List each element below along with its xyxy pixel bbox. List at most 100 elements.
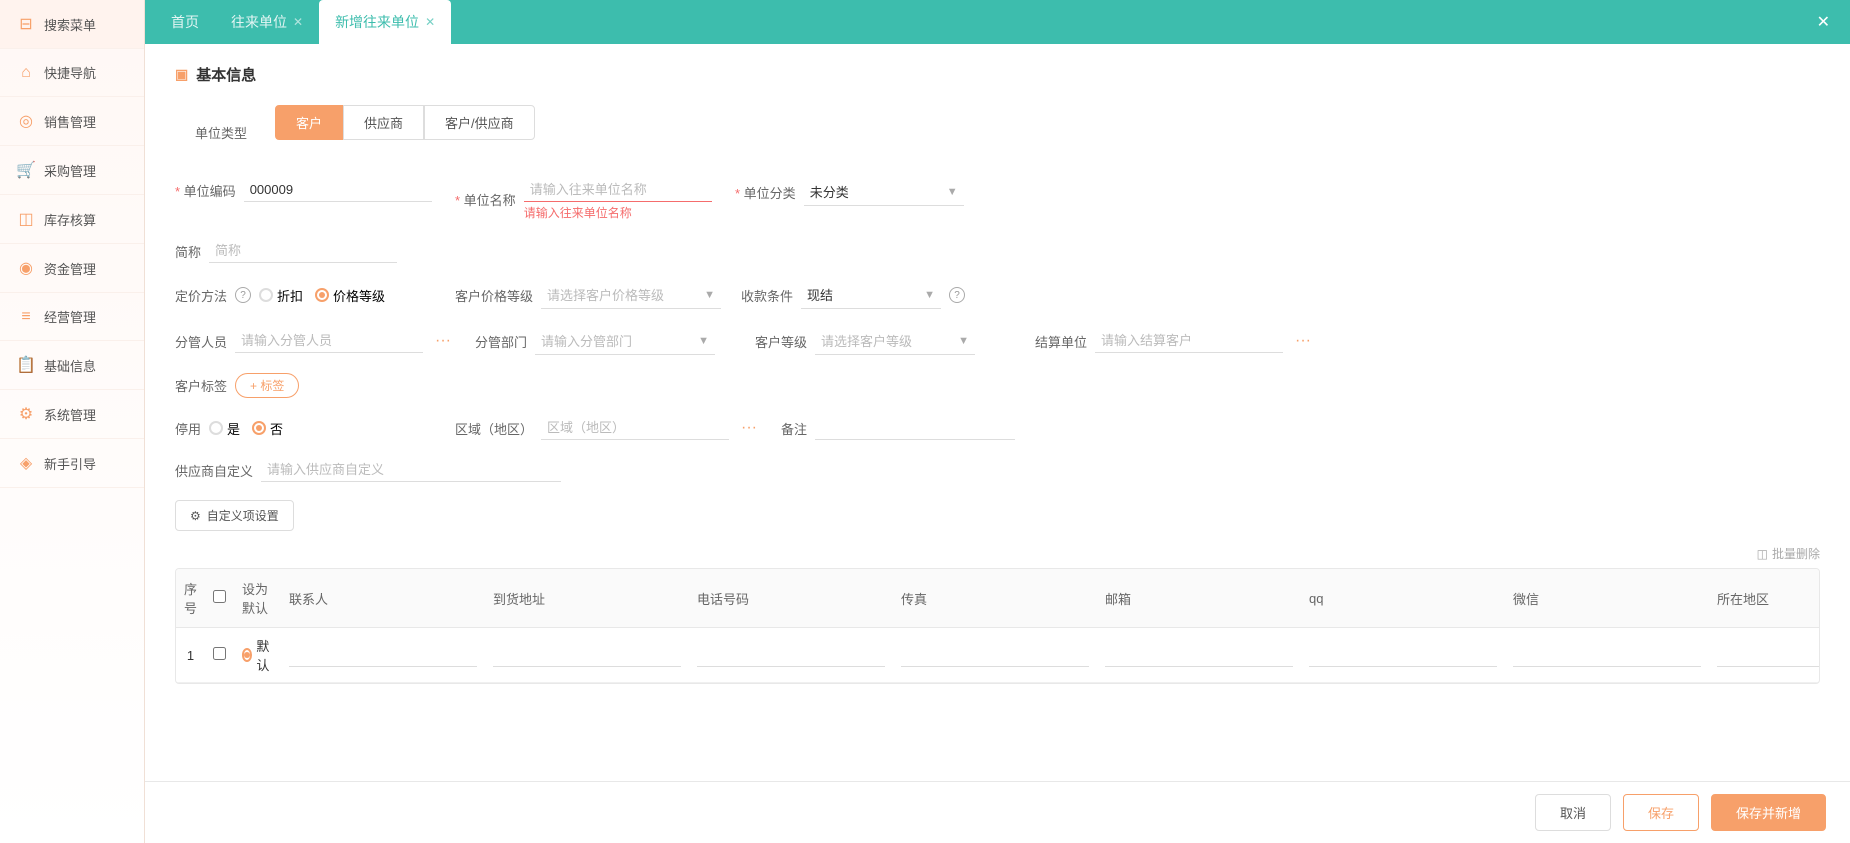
tab-home-label: 首页 (171, 12, 199, 32)
save-button[interactable]: 保存 (1623, 794, 1699, 831)
search-icon: ⊟ (16, 14, 36, 34)
radio-discount-circle (259, 288, 273, 302)
abbreviation-field: 简称 (175, 239, 435, 263)
section-icon: ▣ (175, 66, 188, 83)
row-phone-input[interactable] (697, 643, 885, 667)
select-all-checkbox[interactable] (213, 590, 226, 603)
customer-tag-label: 客户标签 (175, 376, 227, 395)
type-btn-both[interactable]: 客户/供应商 (424, 105, 535, 140)
unit-category-value: 未分类 (810, 182, 849, 201)
batch-delete-btn[interactable]: ◫ 批量删除 (1757, 545, 1820, 562)
sidebar-item-label: 经营管理 (44, 307, 96, 326)
customer-level-field: 客户等级 请选择客户等级 ▼ (755, 327, 1015, 355)
price-level-arrow: ▼ (704, 289, 715, 301)
supplier-custom-field: 供应商自定义 (175, 458, 561, 482)
disabled-field: 停用 是 否 (175, 419, 435, 438)
row-email-input[interactable] (1105, 643, 1293, 667)
radio-no[interactable]: 否 (252, 419, 283, 438)
row-fax-input[interactable] (901, 643, 1089, 667)
row-region (1709, 628, 1820, 683)
tab-counterparty[interactable]: 往来单位 ✕ (215, 0, 319, 44)
unit-name-wrapper: 请输入往来单位名称 (524, 178, 712, 221)
sidebar-item-label: 新手引导 (44, 454, 96, 473)
tab-counterparty-close[interactable]: ✕ (293, 15, 303, 29)
col-phone: 电话号码 (689, 569, 893, 628)
window-close-button[interactable]: ✕ (1807, 12, 1840, 32)
sidebar-item-basic[interactable]: 📋 基础信息 (0, 341, 144, 390)
unit-category-arrow: ▼ (947, 186, 958, 198)
radio-discount[interactable]: 折扣 (259, 286, 303, 305)
contact-table-element: 序号 设为默认 联系人 到货地址 电话号码 传真 邮箱 qq 微信 所在地区 (176, 569, 1820, 683)
department-select[interactable]: 请输入分管部门 ▼ (535, 327, 715, 355)
tab-bar: 首页 往来单位 ✕ 新增往来单位 ✕ ✕ (145, 0, 1850, 44)
row-region-input[interactable] (1717, 643, 1820, 667)
batch-delete-label: 批量删除 (1772, 545, 1820, 562)
remark-input[interactable] (815, 416, 1015, 440)
row-email (1097, 628, 1301, 683)
settlement-unit-ellipsis[interactable]: ··· (1291, 332, 1315, 350)
sidebar-item-quicknav[interactable]: ⌂ 快捷导航 (0, 49, 144, 97)
region-ellipsis[interactable]: ··· (737, 419, 761, 437)
sidebar-item-sales[interactable]: ◎ 销售管理 (0, 97, 144, 146)
save-and-new-button[interactable]: 保存并新增 (1711, 794, 1826, 831)
customer-price-level-select[interactable]: 请选择客户价格等级 ▼ (541, 281, 721, 309)
unit-code-input[interactable] (244, 178, 432, 202)
sidebar-item-search[interactable]: ⊟ 搜索菜单 (0, 0, 144, 49)
abbreviation-label: 简称 (175, 242, 201, 261)
supplier-custom-input[interactable] (261, 458, 561, 482)
abbreviation-input[interactable] (209, 239, 397, 263)
sidebar-item-newbie[interactable]: ◈ 新手引导 (0, 439, 144, 488)
row-pricing: 定价方法 ? 折扣 价格等级 客户价格等级 请选择客户价格等级 (175, 281, 1820, 309)
row-default-radio[interactable]: 默认 (242, 636, 273, 674)
pricing-method-label: 定价方法 (175, 286, 227, 305)
manager-input[interactable] (235, 329, 423, 353)
newbie-icon: ◈ (16, 453, 36, 473)
sidebar-item-finance[interactable]: ◉ 资金管理 (0, 244, 144, 293)
type-btn-customer[interactable]: 客户 (275, 105, 343, 140)
add-tag-label: + 标签 (250, 377, 284, 394)
row-qq-input[interactable] (1309, 643, 1497, 667)
sidebar-item-inventory[interactable]: ◫ 库存核算 (0, 195, 144, 244)
tab-home[interactable]: 首页 (155, 0, 215, 44)
payment-terms-question-icon[interactable]: ? (949, 287, 965, 303)
custom-settings-button[interactable]: ⚙ 自定义项设置 (175, 500, 294, 531)
sidebar-item-purchase[interactable]: 🛒 采购管理 (0, 146, 144, 195)
payment-terms-select[interactable]: 现结 ▼ (801, 281, 941, 309)
sidebar-item-operations[interactable]: ≡ 经营管理 (0, 293, 144, 341)
row-select-checkbox[interactable] (213, 647, 226, 660)
tab-new-counterparty[interactable]: 新增往来单位 ✕ (319, 0, 451, 44)
row-address-input[interactable] (493, 643, 681, 667)
sidebar-item-label: 资金管理 (44, 259, 96, 278)
cancel-button[interactable]: 取消 (1535, 794, 1611, 831)
unit-type-row: 单位类型 客户 供应商 客户/供应商 (195, 105, 1820, 160)
region-input[interactable] (541, 416, 729, 440)
finance-icon: ◉ (16, 258, 36, 278)
unit-name-field: 单位名称 请输入往来单位名称 (455, 178, 715, 221)
row-wechat (1505, 628, 1709, 683)
type-btn-supplier[interactable]: 供应商 (343, 105, 424, 140)
manager-ellipsis[interactable]: ··· (431, 332, 455, 350)
settlement-unit-input[interactable] (1095, 329, 1283, 353)
col-checkbox (205, 569, 234, 628)
tab-new-counterparty-close[interactable]: ✕ (425, 15, 435, 29)
operations-icon: ≡ (16, 308, 36, 326)
sidebar-item-system[interactable]: ⚙ 系统管理 (0, 390, 144, 439)
col-wechat: 微信 (1505, 569, 1709, 628)
unit-category-select[interactable]: 未分类 ▼ (804, 178, 964, 206)
unit-type-label: 单位类型 (195, 123, 247, 142)
disabled-label: 停用 (175, 419, 201, 438)
sidebar-item-label: 库存核算 (44, 210, 96, 229)
home-icon: ⌂ (16, 64, 36, 82)
region-label: 区域（地区） (455, 419, 533, 438)
row-contact-input[interactable] (289, 643, 477, 667)
radio-yes[interactable]: 是 (209, 419, 240, 438)
sidebar: ⊟ 搜索菜单 ⌂ 快捷导航 ◎ 销售管理 🛒 采购管理 ◫ 库存核算 ◉ 资金管… (0, 0, 145, 843)
add-tag-button[interactable]: + 标签 (235, 373, 299, 398)
customer-level-select[interactable]: 请选择客户等级 ▼ (815, 327, 975, 355)
unit-name-input[interactable] (524, 178, 712, 202)
settlement-unit-field: 结算单位 ··· (1035, 329, 1315, 353)
row-wechat-input[interactable] (1513, 643, 1701, 667)
manager-field: 分管人员 ··· (175, 329, 455, 353)
pricing-question-icon[interactable]: ? (235, 287, 251, 303)
radio-price-level[interactable]: 价格等级 (315, 286, 385, 305)
